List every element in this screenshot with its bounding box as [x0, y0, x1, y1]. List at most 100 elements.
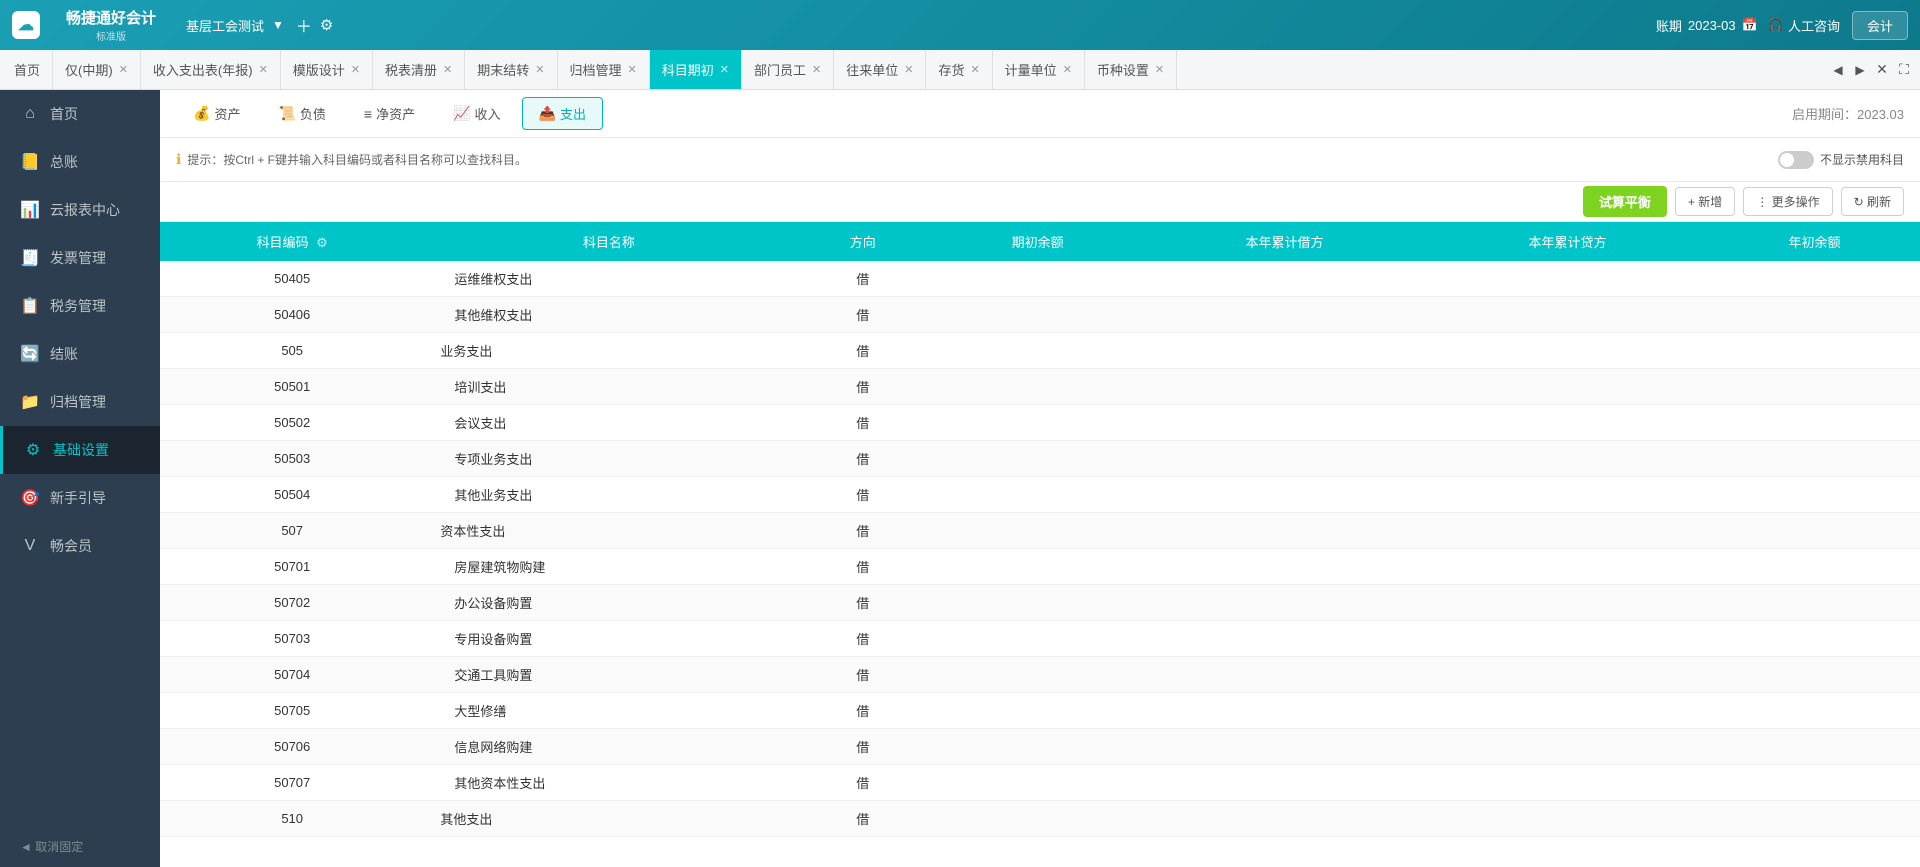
tab-fullscreen[interactable]: ⛶ — [1894, 60, 1914, 80]
tab-label: 仅(中期) — [65, 60, 113, 79]
cell-direction: 借 — [793, 477, 932, 513]
sidebar-item-invoice[interactable]: 🧾 发票管理 — [0, 234, 160, 282]
sidebar-item-guide[interactable]: 🎯 新手引导 — [0, 474, 160, 522]
tab-item-2[interactable]: 收入支出表(年报)✕ — [141, 50, 281, 90]
sidebar-item-member[interactable]: V 畅会员 — [0, 522, 160, 570]
table-row[interactable]: 50502 会议支出 借 — [160, 405, 1920, 441]
tab-item-7[interactable]: 科目期初✕ — [650, 50, 742, 90]
sidebar-collapse-button[interactable]: ◄ 取消固定 — [0, 826, 160, 867]
balance-button[interactable]: 试算平衡 — [1583, 186, 1667, 217]
tab-close-btn[interactable]: ✕ — [351, 63, 360, 76]
sidebar-item-checkout[interactable]: 🔄 结账 — [0, 330, 160, 378]
sidebar-item-archive[interactable]: 📁 归档管理 — [0, 378, 160, 426]
tab-close-btn[interactable]: ✕ — [259, 63, 268, 76]
table-row[interactable]: 50707 其他资本性支出 借 — [160, 765, 1920, 801]
company-selector[interactable]: 基层工会测试 ▼ ＋ ⚙ — [186, 13, 1646, 37]
tab-item-1[interactable]: 仅(中期) ✕ — [53, 50, 141, 90]
tab-close-btn[interactable]: ✕ — [443, 63, 452, 76]
tab-item-10[interactable]: 存货✕ — [926, 50, 992, 90]
table-row[interactable]: 50406 其他维权支出 借 — [160, 297, 1920, 333]
cell-code: 50406 — [160, 297, 424, 333]
table-row[interactable]: 50705 大型修缮 借 — [160, 693, 1920, 729]
tab-close-btn[interactable]: ✕ — [535, 63, 544, 76]
more-button[interactable]: ⋮ 更多操作 — [1743, 187, 1832, 216]
tab-item-8[interactable]: 部门员工✕ — [742, 50, 834, 90]
cell-direction: 借 — [793, 441, 932, 477]
cell-ytd-debit — [1143, 693, 1426, 729]
tab-item-4[interactable]: 税表清册✕ — [373, 50, 465, 90]
sub-tab-net_assets[interactable]: ≡ 净资产 — [347, 97, 432, 130]
table-row[interactable]: 50702 办公设备购置 借 — [160, 585, 1920, 621]
table-row[interactable]: 505 业务支出 借 — [160, 333, 1920, 369]
cell-name: 其他业务支出 — [424, 477, 793, 513]
company-name: 基层工会测试 — [186, 16, 264, 35]
calendar-icon[interactable]: 📅 — [1742, 17, 1758, 33]
sidebar-label-reports: 云报表中心 — [50, 200, 120, 220]
sidebar-item-home[interactable]: ⌂ 首页 — [0, 90, 160, 138]
table-row[interactable]: 50503 专项业务支出 借 — [160, 441, 1920, 477]
tab-close-btn[interactable]: ✕ — [970, 63, 979, 76]
table-row[interactable]: 50501 培训支出 借 — [160, 369, 1920, 405]
sub-tab-expenditure[interactable]: 📤 支出 — [522, 97, 603, 130]
tab-close-all[interactable]: ✕ — [1872, 60, 1892, 80]
table-row[interactable]: 50703 专用设备购置 借 — [160, 621, 1920, 657]
sidebar-item-reports[interactable]: 📊 云报表中心 — [0, 186, 160, 234]
table-row[interactable]: 507 资本性支出 借 — [160, 513, 1920, 549]
tab-close-btn[interactable]: ✕ — [720, 63, 729, 76]
cell-opening-balance — [932, 801, 1143, 837]
cell-ytd-debit — [1143, 333, 1426, 369]
tab-close-btn[interactable]: ✕ — [628, 63, 637, 76]
add-button[interactable]: + 新增 — [1675, 187, 1735, 216]
settings-icon[interactable]: ⚙ — [320, 16, 333, 34]
tab-close-btn[interactable]: ✕ — [1063, 63, 1072, 76]
tab-scroll-left[interactable]: ◀ — [1828, 60, 1848, 80]
main-layout: ⌂ 首页 📒 总账 📊 云报表中心 🧾 发票管理 📋 税务管理 🔄 结账 📁 归… — [0, 90, 1920, 867]
tab-scroll-right[interactable]: ▶ — [1850, 60, 1870, 80]
tab-item-6[interactable]: 归档管理✕ — [558, 50, 650, 90]
tab-item-3[interactable]: 模版设计✕ — [281, 50, 373, 90]
tab-label: 往来单位 — [846, 60, 898, 79]
table-row[interactable]: 510 其他支出 借 — [160, 801, 1920, 837]
table-row[interactable]: 50706 信息网络购建 借 — [160, 729, 1920, 765]
tab-close-btn[interactable]: ✕ — [1155, 63, 1164, 76]
refresh-button[interactable]: ↻ 刷新 — [1841, 187, 1904, 216]
tab-item-0[interactable]: 首页 — [2, 50, 53, 90]
cell-code: 50405 — [160, 261, 424, 297]
hide-disabled-toggle[interactable] — [1778, 151, 1814, 169]
add-company-icon[interactable]: ＋ — [296, 13, 312, 37]
cell-year-opening — [1709, 441, 1920, 477]
ledger-icon: 📒 — [20, 152, 40, 172]
table-row[interactable]: 50504 其他业务支出 借 — [160, 477, 1920, 513]
period-info: 账期 2023-03 📅 — [1656, 16, 1758, 35]
cell-code: 50706 — [160, 729, 424, 765]
tab-close-btn[interactable]: ✕ — [812, 63, 821, 76]
cell-ytd-credit — [1426, 801, 1709, 837]
col-settings-icon[interactable]: ⚙ — [316, 235, 328, 251]
tab-item-11[interactable]: 计量单位✕ — [993, 50, 1085, 90]
sub-tab-income[interactable]: 📈 收入 — [436, 97, 517, 130]
sub-tab-liabilities[interactable]: 📜 负债 — [261, 97, 342, 130]
tab-item-5[interactable]: 期末结转✕ — [465, 50, 557, 90]
sub-tab-label-assets: 资产 — [214, 104, 240, 123]
toggle-wrap: 不显示禁用科目 — [1778, 151, 1904, 169]
sidebar-item-settings[interactable]: ⚙ 基础设置 — [0, 426, 160, 474]
tab-item-12[interactable]: 币种设置✕ — [1085, 50, 1177, 90]
table-row[interactable]: 50704 交通工具购置 借 — [160, 657, 1920, 693]
tab-close-btn[interactable]: ✕ — [119, 63, 128, 76]
cell-ytd-debit — [1143, 513, 1426, 549]
sub-tab-assets[interactable]: 💰 资产 — [176, 97, 257, 130]
tab-close-btn[interactable]: ✕ — [904, 63, 913, 76]
cell-year-opening — [1709, 657, 1920, 693]
table-row[interactable]: 50701 房屋建筑物购建 借 — [160, 549, 1920, 585]
sidebar-item-tax[interactable]: 📋 税务管理 — [0, 282, 160, 330]
cell-code: 50703 — [160, 621, 424, 657]
cell-direction: 借 — [793, 657, 932, 693]
table-row[interactable]: 50405 运维维权支出 借 — [160, 261, 1920, 297]
tab-item-9[interactable]: 往来单位 ✕ — [834, 50, 926, 90]
dropdown-icon[interactable]: ▼ — [272, 18, 284, 32]
sidebar-item-ledger[interactable]: 📒 总账 — [0, 138, 160, 186]
account-button[interactable]: 会计 — [1852, 11, 1908, 40]
guide-icon: 🎯 — [20, 488, 40, 508]
sidebar-label-checkout: 结账 — [50, 344, 78, 364]
help-button[interactable]: 🎧 人工咨询 — [1768, 16, 1840, 35]
